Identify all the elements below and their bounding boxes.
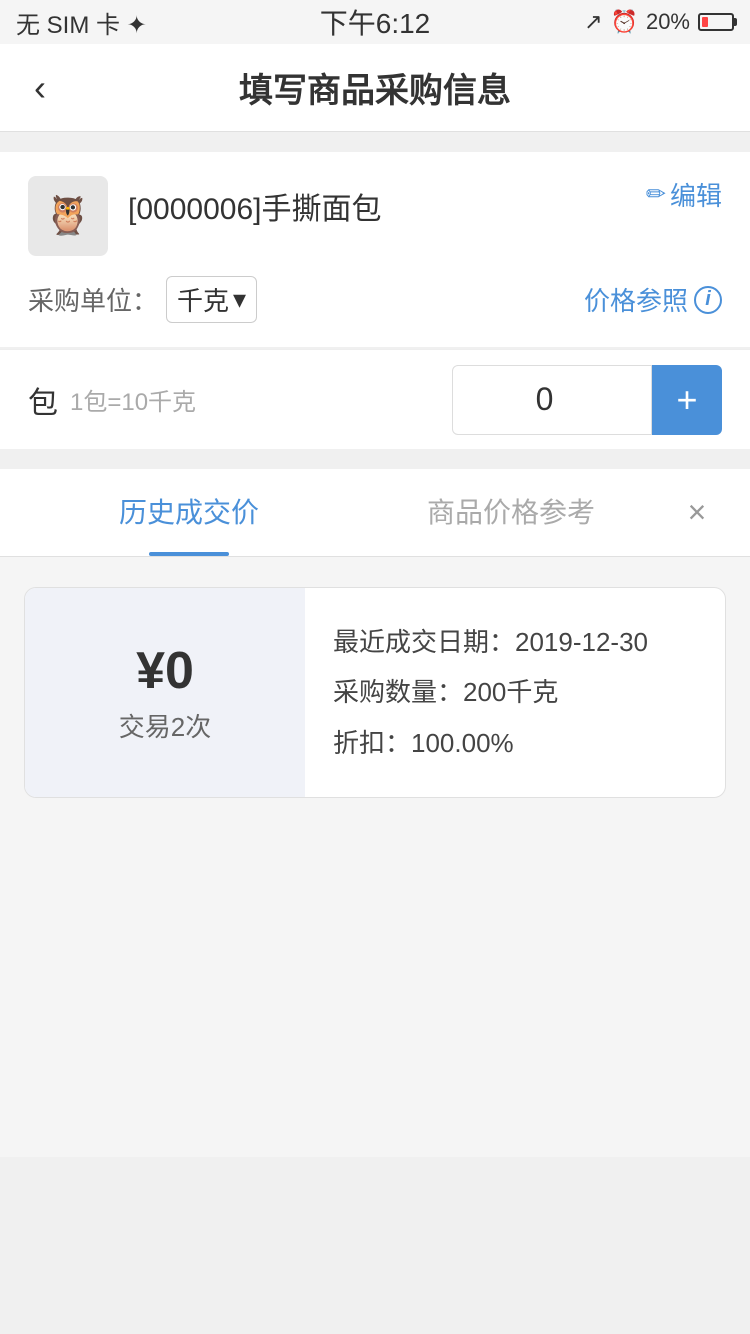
history-card: ¥0 交易2次 最近成交日期：2019-12-30 采购数量：200千克 折扣：… bbox=[24, 587, 726, 798]
product-left: 🦉 [0000006]手撕面包 bbox=[28, 176, 381, 256]
tab-close-button[interactable]: × bbox=[672, 488, 722, 538]
quantity-convert: 1包=10千克 bbox=[70, 382, 196, 417]
sim-label: 无 SIM 卡 ✦ bbox=[16, 5, 147, 40]
edit-label: 编辑 bbox=[670, 176, 722, 213]
price-ref-info-icon: i bbox=[694, 286, 722, 314]
tab-history-price[interactable]: 历史成交价 bbox=[28, 469, 350, 556]
page-title: 填写商品采购信息 bbox=[239, 63, 511, 112]
tab-history-label: 历史成交价 bbox=[119, 491, 259, 535]
status-right: ↗ ⏰ 20% bbox=[584, 9, 734, 35]
history-purchase-qty: 采购数量：200千克 bbox=[333, 674, 697, 710]
dropdown-arrow-icon: ▾ bbox=[233, 284, 246, 315]
history-right-panel: 最近成交日期：2019-12-30 采购数量：200千克 折扣：100.00% bbox=[305, 588, 725, 797]
tab-product-price-label: 商品价格参考 bbox=[427, 491, 595, 535]
unit-label-text: 采购单位： bbox=[28, 281, 158, 318]
quantity-left: 包 1包=10千克 bbox=[28, 378, 196, 422]
status-time: 下午6:12 bbox=[320, 2, 431, 42]
product-card: 🦉 [0000006]手撕面包 ✏ 编辑 采购单位： 千克 ▾ 价格参照 i bbox=[0, 152, 750, 347]
content-area: ¥0 交易2次 最近成交日期：2019-12-30 采购数量：200千克 折扣：… bbox=[0, 557, 750, 1157]
price-ref-label: 价格参照 bbox=[584, 281, 688, 318]
back-button[interactable]: ‹ bbox=[24, 57, 56, 119]
quantity-plus-button[interactable]: + bbox=[652, 365, 722, 435]
history-price-value: ¥0 bbox=[136, 641, 194, 701]
history-discount: 折扣：100.00% bbox=[333, 725, 697, 761]
product-thumbnail: 🦉 bbox=[28, 176, 108, 256]
quantity-row: 包 1包=10千克 + bbox=[0, 349, 750, 449]
edit-icon: ✏ bbox=[646, 180, 666, 209]
tab-product-price-ref[interactable]: 商品价格参考 bbox=[350, 469, 672, 556]
battery-indicator bbox=[698, 13, 734, 31]
history-recent-date: 最近成交日期：2019-12-30 bbox=[333, 624, 697, 660]
location-icon: ↗ bbox=[584, 9, 602, 35]
tab-active-indicator bbox=[149, 552, 229, 556]
history-left-panel: ¥0 交易2次 bbox=[25, 588, 305, 797]
product-bottom: 采购单位： 千克 ▾ 价格参照 i bbox=[28, 276, 722, 323]
quantity-input-wrap: + bbox=[452, 365, 722, 435]
product-name: [0000006]手撕面包 bbox=[128, 176, 381, 228]
status-bar: 无 SIM 卡 ✦ 下午6:12 ↗ ⏰ 20% bbox=[0, 0, 750, 44]
unit-label: 采购单位： 千克 ▾ bbox=[28, 276, 257, 323]
unit-select-dropdown[interactable]: 千克 ▾ bbox=[166, 276, 257, 323]
unit-value: 千克 bbox=[177, 281, 229, 318]
product-top: 🦉 [0000006]手撕面包 ✏ 编辑 bbox=[28, 176, 722, 256]
tabs-container: 历史成交价 商品价格参考 × bbox=[0, 469, 750, 557]
price-reference-button[interactable]: 价格参照 i bbox=[584, 281, 722, 318]
edit-button[interactable]: ✏ 编辑 bbox=[646, 176, 722, 213]
quantity-input[interactable] bbox=[452, 365, 652, 435]
history-trades-count: 交易2次 bbox=[119, 707, 211, 744]
status-left: 无 SIM 卡 ✦ bbox=[16, 5, 147, 40]
quantity-unit: 包 bbox=[28, 378, 58, 422]
battery-percent: 20% bbox=[646, 9, 690, 35]
header: ‹ 填写商品采购信息 bbox=[0, 44, 750, 132]
alarm-icon: ⏰ bbox=[611, 9, 638, 35]
product-icon-owl: 🦉 bbox=[44, 194, 91, 238]
